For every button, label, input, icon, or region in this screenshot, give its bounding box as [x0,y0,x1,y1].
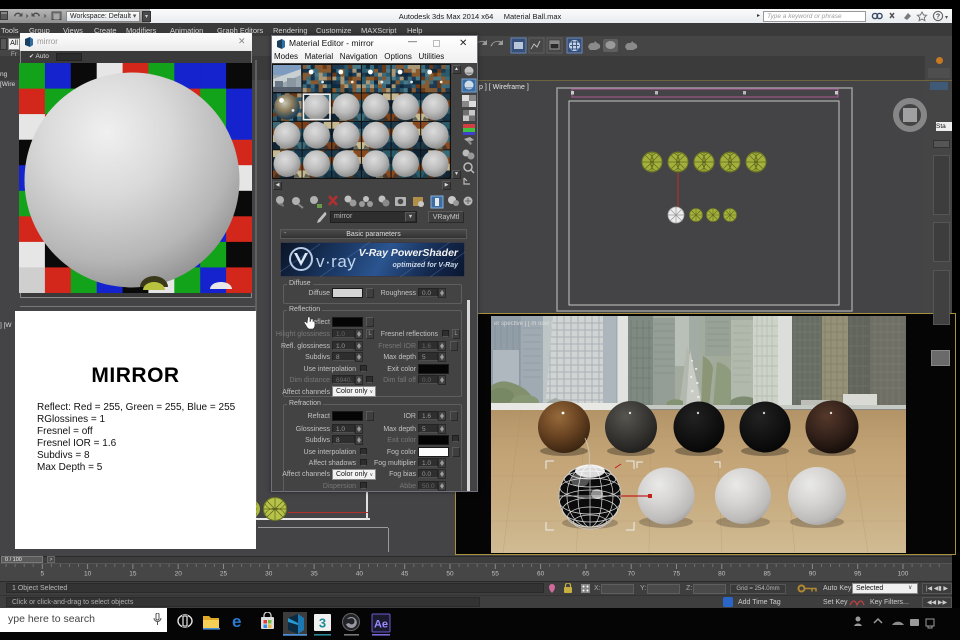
svg-text:3: 3 [319,616,326,631]
svg-text:V-Ray PowerShader: V-Ray PowerShader [359,247,459,259]
svg-text:55: 55 [492,571,500,578]
svg-text:10: 10 [84,571,92,578]
svg-text:?: ? [936,14,940,21]
svg-text:25: 25 [220,571,228,578]
svg-text:60: 60 [537,571,545,578]
svg-text:40: 40 [356,571,364,578]
svg-text:v·ray: v·ray [316,252,356,271]
svg-text:90: 90 [809,571,817,578]
svg-text:70: 70 [628,571,636,578]
svg-text:80: 80 [718,571,726,578]
svg-text:20: 20 [175,571,183,578]
svg-text:75: 75 [673,571,681,578]
svg-text:15: 15 [129,571,137,578]
svg-text:30: 30 [265,571,273,578]
svg-text:50: 50 [446,571,454,578]
svg-text:45: 45 [401,571,409,578]
svg-text:Ae: Ae [374,619,388,631]
svg-text:▾: ▾ [945,15,948,21]
svg-text:optimized for V-Ray: optimized for V-Ray [393,262,460,269]
svg-text:85: 85 [763,571,771,578]
svg-text:100: 100 [898,571,909,578]
svg-text:65: 65 [582,571,590,578]
svg-text:35: 35 [310,571,318,578]
svg-text:95: 95 [854,571,862,578]
svg-text:e: e [232,612,241,631]
svg-text:5: 5 [40,571,44,578]
